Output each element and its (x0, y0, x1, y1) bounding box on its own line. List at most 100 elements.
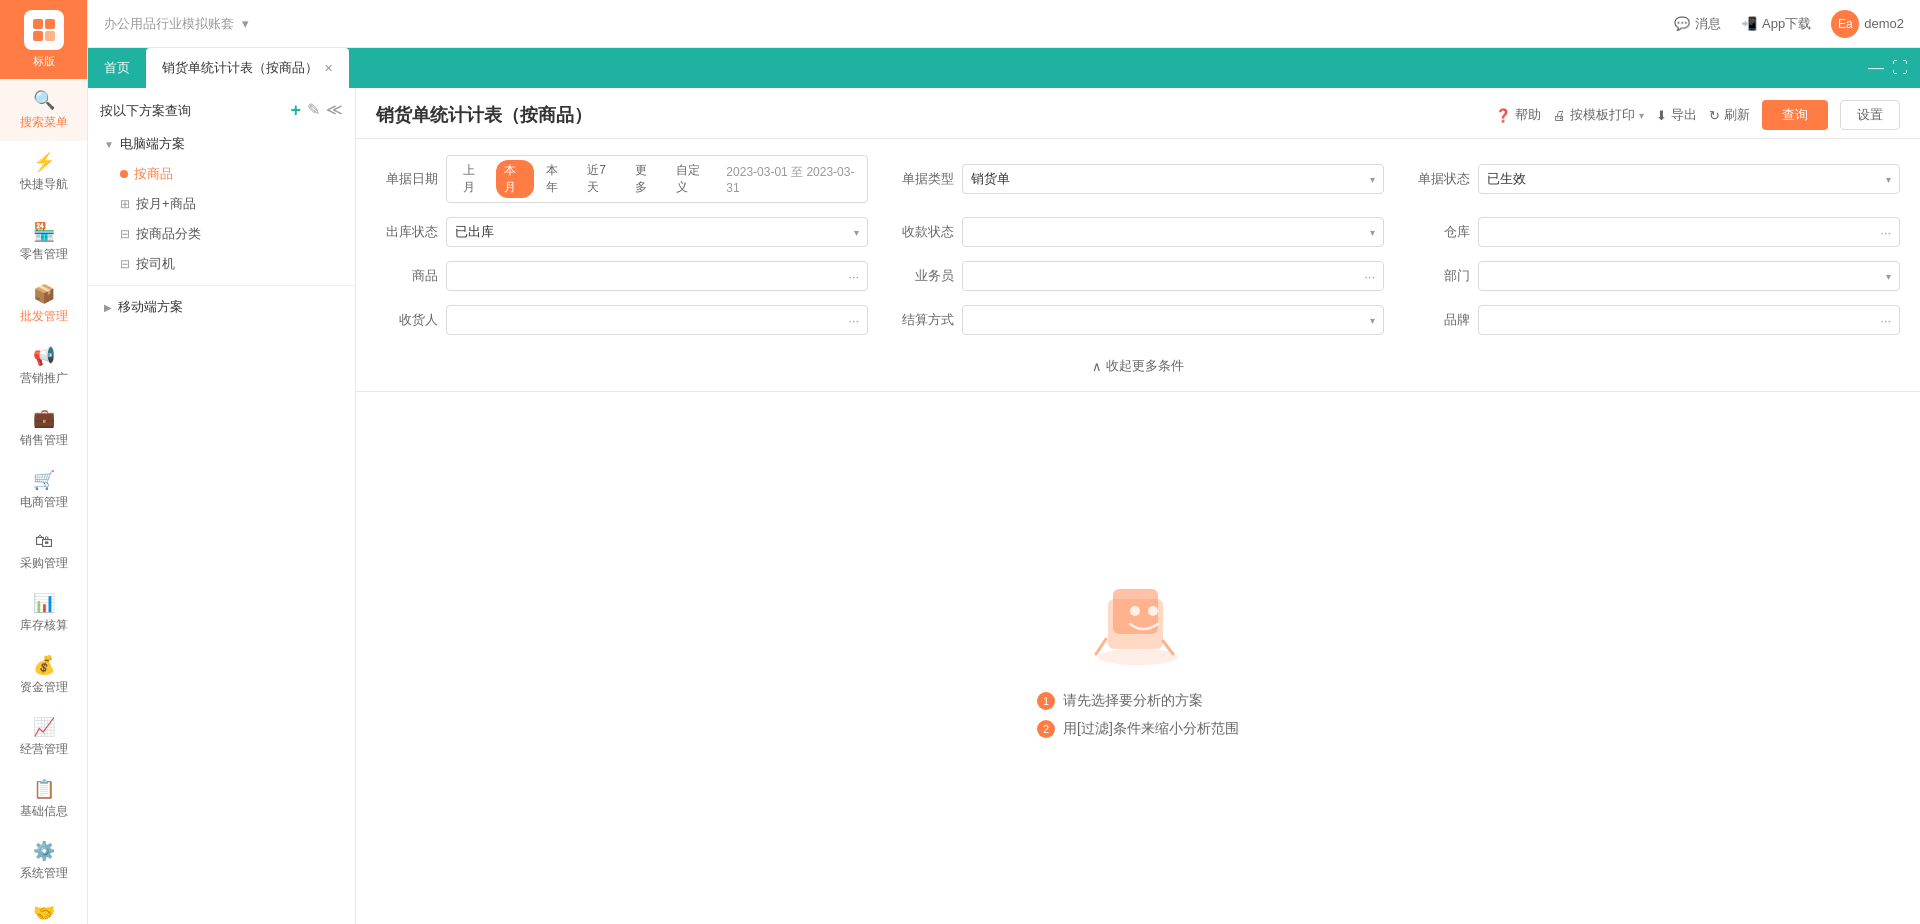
type-value: 销货单 (971, 170, 1010, 188)
date-pill-current-month[interactable]: 本月 (496, 160, 533, 198)
payment-select[interactable]: ▾ (962, 305, 1384, 335)
svg-rect-2 (33, 31, 43, 41)
tab-bar: 首页 销货单统计计表（按商品） ✕ — ⛶ (88, 48, 1920, 88)
product-dots[interactable]: ··· (848, 269, 859, 284)
staff-dots[interactable]: ··· (1364, 269, 1375, 284)
message-label: 消息 (1695, 15, 1721, 33)
quicknav-icon: ⚡ (33, 151, 55, 173)
user-menu[interactable]: Ea demo2 (1831, 10, 1904, 38)
warehouse-dots[interactable]: ··· (1880, 225, 1891, 240)
nav-finance-label: 资金管理 (20, 679, 68, 696)
maximize-icon[interactable]: ⛶ (1892, 59, 1908, 77)
nav-purchase[interactable]: 🛍 采购管理 (0, 521, 87, 582)
nav-search[interactable]: 🔍 搜索菜单 (0, 79, 87, 141)
type-select[interactable]: 销货单 ▾ (962, 164, 1384, 194)
receiver-dots[interactable]: ··· (848, 313, 859, 328)
tree-section-pc[interactable]: ▼ 电脑端方案 (88, 129, 355, 159)
export-btn[interactable]: ⬇ 导出 (1656, 106, 1697, 124)
user-label: demo2 (1864, 16, 1904, 31)
search-icon: 🔍 (33, 89, 55, 111)
tree-item-by-product[interactable]: 按商品 (88, 159, 355, 189)
app-download-btn[interactable]: 📲 App下载 (1741, 15, 1811, 33)
right-main: 销货单统计计表（按商品） ❓ 帮助 🖨 按模板打印 ▾ ⬇ 导出 (356, 88, 1920, 924)
minimize-icon[interactable]: — (1868, 59, 1884, 77)
receive-status-control: ▾ (962, 217, 1384, 247)
query-btn[interactable]: 查询 (1762, 100, 1828, 130)
marketing-icon: 📢 (33, 345, 55, 367)
collapse-btn[interactable]: ∧ 收起更多条件 (1092, 357, 1184, 375)
tree-item-by-month-product[interactable]: ⊞ 按月+商品 (88, 189, 355, 219)
nav-marketing[interactable]: 📢 营销推广 (0, 335, 87, 397)
settings-btn[interactable]: 设置 (1840, 100, 1900, 130)
help-label: 帮助 (1515, 106, 1541, 124)
filter-collapse: ∧ 收起更多条件 (376, 349, 1900, 375)
nav-sales[interactable]: 💼 销售管理 (0, 397, 87, 459)
tree-item-by-company[interactable]: ⊟ 按司机 (88, 249, 355, 279)
nav-basic[interactable]: 📋 基础信息 (0, 768, 87, 830)
nav-enterprise[interactable]: 🤝 企业协同 (0, 892, 87, 924)
date-pill-more[interactable]: 更多 (627, 160, 664, 198)
tab-close-icon[interactable]: ✕ (324, 62, 333, 75)
status-select[interactable]: 已生效 ▾ (1478, 164, 1900, 194)
filter-product: 商品 ··· (376, 261, 868, 291)
by-category-icon: ⊟ (120, 227, 130, 241)
dept-select[interactable]: ▾ (1478, 261, 1900, 291)
refresh-btn[interactable]: ↻ 刷新 (1709, 106, 1750, 124)
help-icon: ❓ (1495, 108, 1511, 123)
date-pill-7days[interactable]: 近7天 (579, 160, 622, 198)
active-dot (120, 170, 128, 178)
nav-operations[interactable]: 📈 经营管理 (0, 706, 87, 768)
filter-dept: 部门 ▾ (1408, 261, 1900, 291)
logo-area[interactable]: 标版 (0, 0, 87, 79)
step-2-num: 2 (1037, 720, 1055, 738)
by-month-product-label: 按月+商品 (136, 195, 196, 213)
staff-select[interactable]: ··· (962, 261, 1384, 291)
date-pill-year[interactable]: 本年 (538, 160, 575, 198)
top-header: 办公用品行业模拟账套 ▾ 💬 消息 📲 App下载 Ea demo2 (88, 0, 1920, 48)
filter-receiver: 收货人 ··· (376, 305, 868, 335)
collapse-label: 收起更多条件 (1106, 357, 1184, 375)
logo-icon (24, 10, 64, 50)
nav-wholesale[interactable]: 📦 批发管理 (0, 273, 87, 335)
nav-finance[interactable]: 💰 资金管理 (0, 644, 87, 706)
nav-inventory[interactable]: 📊 库存核算 (0, 582, 87, 644)
help-btn[interactable]: ❓ 帮助 (1495, 106, 1541, 124)
brand-dots[interactable]: ··· (1880, 313, 1891, 328)
dept-label: 部门 (1408, 267, 1478, 285)
date-pill-custom[interactable]: 自定义 (668, 160, 716, 198)
receive-status-select[interactable]: ▾ (962, 217, 1384, 247)
nav-system[interactable]: ⚙️ 系统管理 (0, 830, 87, 892)
brand-select[interactable]: ··· (1478, 305, 1900, 335)
edit-scheme-icon[interactable]: ✎ (307, 100, 320, 121)
tab-home[interactable]: 首页 (88, 48, 146, 88)
finance-icon: 💰 (33, 654, 55, 676)
by-category-label: 按商品分类 (136, 225, 201, 243)
basic-icon: 📋 (33, 778, 55, 800)
empty-step-2: 2 用[过滤]条件来缩小分析范围 (1037, 720, 1239, 738)
out-status-select[interactable]: 已出库 ▾ (446, 217, 868, 247)
collapse-panel-icon[interactable]: ≪ (326, 100, 343, 121)
date-range-picker[interactable]: 上月 本月 本年 近7天 更多 自定义 2023-03-01 至 2023-03… (446, 155, 868, 203)
print-arrow-icon: ▾ (1639, 110, 1644, 121)
print-btn[interactable]: 🖨 按模板打印 ▾ (1553, 106, 1644, 124)
nav-retail-label: 零售管理 (20, 246, 68, 263)
tree-section-mobile[interactable]: ▶ 移动端方案 (88, 292, 355, 322)
nav-quicknav[interactable]: ⚡ 快捷导航 (0, 141, 87, 203)
by-company-icon: ⊟ (120, 257, 130, 271)
filter-status: 单据状态 已生效 ▾ (1408, 164, 1900, 194)
nav-retail[interactable]: 🏪 零售管理 (0, 211, 87, 273)
industry-selector[interactable]: 办公用品行业模拟账套 ▾ (104, 15, 249, 33)
date-pill-prev-month[interactable]: 上月 (455, 160, 492, 198)
product-select[interactable]: ··· (446, 261, 868, 291)
message-btn[interactable]: 💬 消息 (1674, 15, 1721, 33)
warehouse-select[interactable]: ··· (1478, 217, 1900, 247)
tree-item-by-category[interactable]: ⊟ 按商品分类 (88, 219, 355, 249)
filter-payment: 结算方式 ▾ (892, 305, 1384, 335)
receiver-select[interactable]: ··· (446, 305, 868, 335)
tab-sales-stats[interactable]: 销货单统计计表（按商品） ✕ (146, 48, 349, 88)
message-icon: 💬 (1674, 16, 1690, 31)
nav-ecommerce[interactable]: 🛒 电商管理 (0, 459, 87, 521)
add-scheme-icon[interactable]: + (290, 100, 301, 121)
sidebar: 标版 🔍 搜索菜单 ⚡ 快捷导航 🏪 零售管理 📦 批发管理 📢 营销推广 💼 … (0, 0, 88, 924)
filter-row-4: 收货人 ··· 结算方式 ▾ (376, 305, 1900, 335)
